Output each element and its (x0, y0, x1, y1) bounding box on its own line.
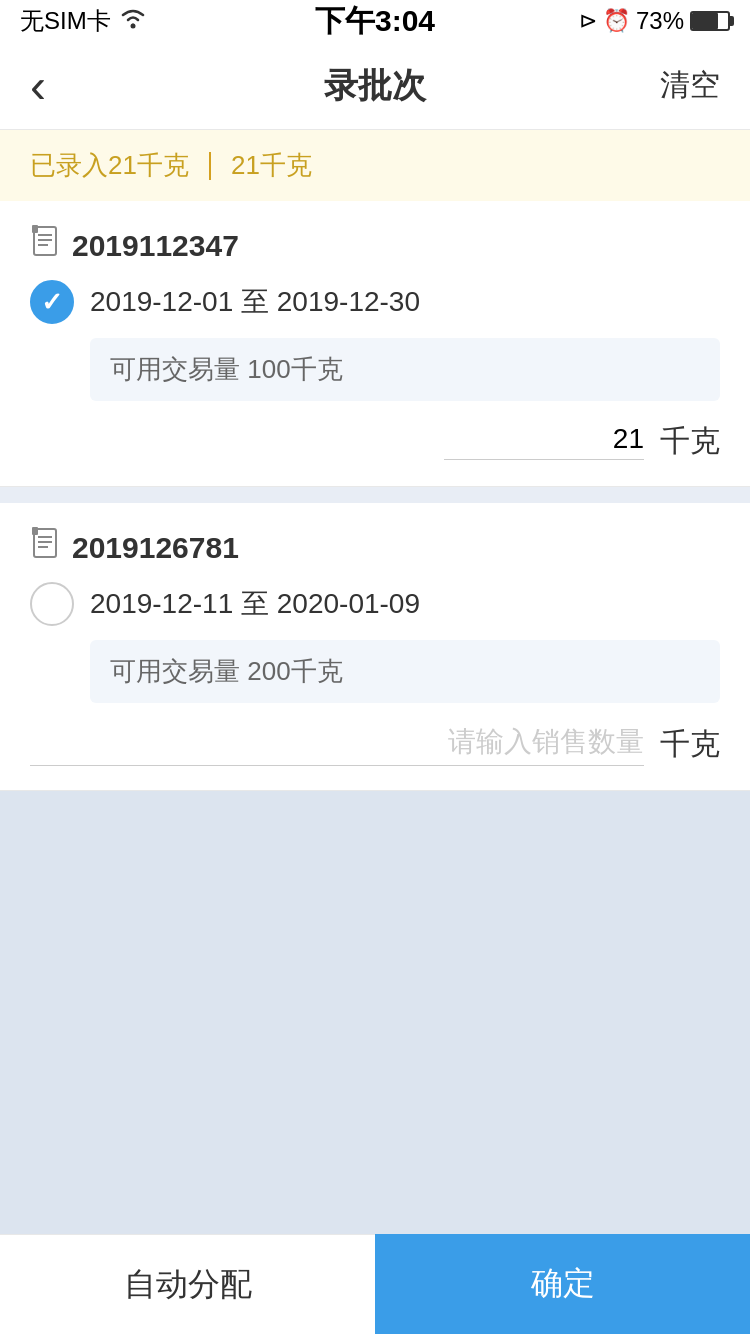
status-time: 下午3:04 (315, 1, 435, 42)
available-qty-2: 可用交易量 200千克 (90, 640, 720, 703)
main-content: 已录入21千克 21千克 2019112347 2 (0, 130, 750, 1234)
banner-divider (209, 152, 211, 180)
qty-row-2: 请输入销售数量 千克 (0, 703, 750, 791)
batch-item-2: 2019126781 2019-12-11 至 2020-01-09 可用交易量… (0, 503, 750, 703)
recorded-label: 已录入21千克 (30, 148, 189, 183)
sim-label: 无SIM卡 (20, 5, 111, 37)
batch-date-row-1[interactable]: 2019-12-01 至 2019-12-30 (30, 280, 720, 324)
qty-unit-2: 千克 (660, 724, 720, 765)
batch-icon-1 (30, 225, 64, 266)
qty-value-1: 21 (613, 423, 644, 454)
batch-id-1: 2019112347 (72, 229, 239, 263)
svg-point-0 (130, 24, 135, 29)
auto-distribute-button[interactable]: 自动分配 (0, 1234, 375, 1334)
radio-unselected-2[interactable] (30, 582, 74, 626)
status-right: ⊳ ⏰ 73% (579, 7, 730, 35)
status-bar: 无SIM卡 下午3:04 ⊳ ⏰ 73% (0, 0, 750, 42)
batch-date-1: 2019-12-01 至 2019-12-30 (90, 283, 420, 321)
wifi-icon (119, 7, 147, 35)
battery-percent: 73% (636, 7, 684, 35)
location-icon: ⊳ (579, 8, 597, 34)
nav-bar: ‹ 录批次 清空 (0, 42, 750, 130)
back-button[interactable]: ‹ (30, 62, 90, 110)
batch-icon-2 (30, 527, 64, 568)
batch-card-2: 2019126781 2019-12-11 至 2020-01-09 可用交易量… (0, 503, 750, 791)
bottom-bar: 自动分配 确定 (0, 1234, 750, 1334)
page-title: 录批次 (324, 63, 426, 109)
batch-item-1: 2019112347 2019-12-01 至 2019-12-30 可用交易量… (0, 201, 750, 401)
confirm-button[interactable]: 确定 (375, 1234, 750, 1334)
batch-id-2: 2019126781 (72, 531, 239, 565)
svg-rect-5 (32, 225, 38, 233)
svg-rect-10 (32, 527, 38, 535)
alarm-icon: ⏰ (603, 8, 630, 34)
section-separator (0, 487, 750, 503)
radio-selected-1[interactable] (30, 280, 74, 324)
batch-header-2: 2019126781 (30, 527, 720, 568)
battery-icon (690, 11, 730, 31)
batch-header-1: 2019112347 (30, 225, 720, 266)
batch-card-1: 2019112347 2019-12-01 至 2019-12-30 可用交易量… (0, 201, 750, 487)
clear-button[interactable]: 清空 (660, 65, 720, 106)
available-qty-1: 可用交易量 100千克 (90, 338, 720, 401)
qty-input-1[interactable]: 21 (444, 423, 644, 460)
qty-unit-1: 千克 (660, 421, 720, 462)
batch-date-2: 2019-12-11 至 2020-01-09 (90, 585, 420, 623)
status-left: 无SIM卡 (20, 5, 147, 37)
qty-placeholder-2[interactable]: 请输入销售数量 (30, 723, 644, 766)
total-label: 21千克 (231, 148, 312, 183)
batch-date-row-2[interactable]: 2019-12-11 至 2020-01-09 (30, 582, 720, 626)
qty-row-1: 21 千克 (0, 401, 750, 487)
gray-fill-area (0, 791, 750, 1234)
info-banner: 已录入21千克 21千克 (0, 130, 750, 201)
